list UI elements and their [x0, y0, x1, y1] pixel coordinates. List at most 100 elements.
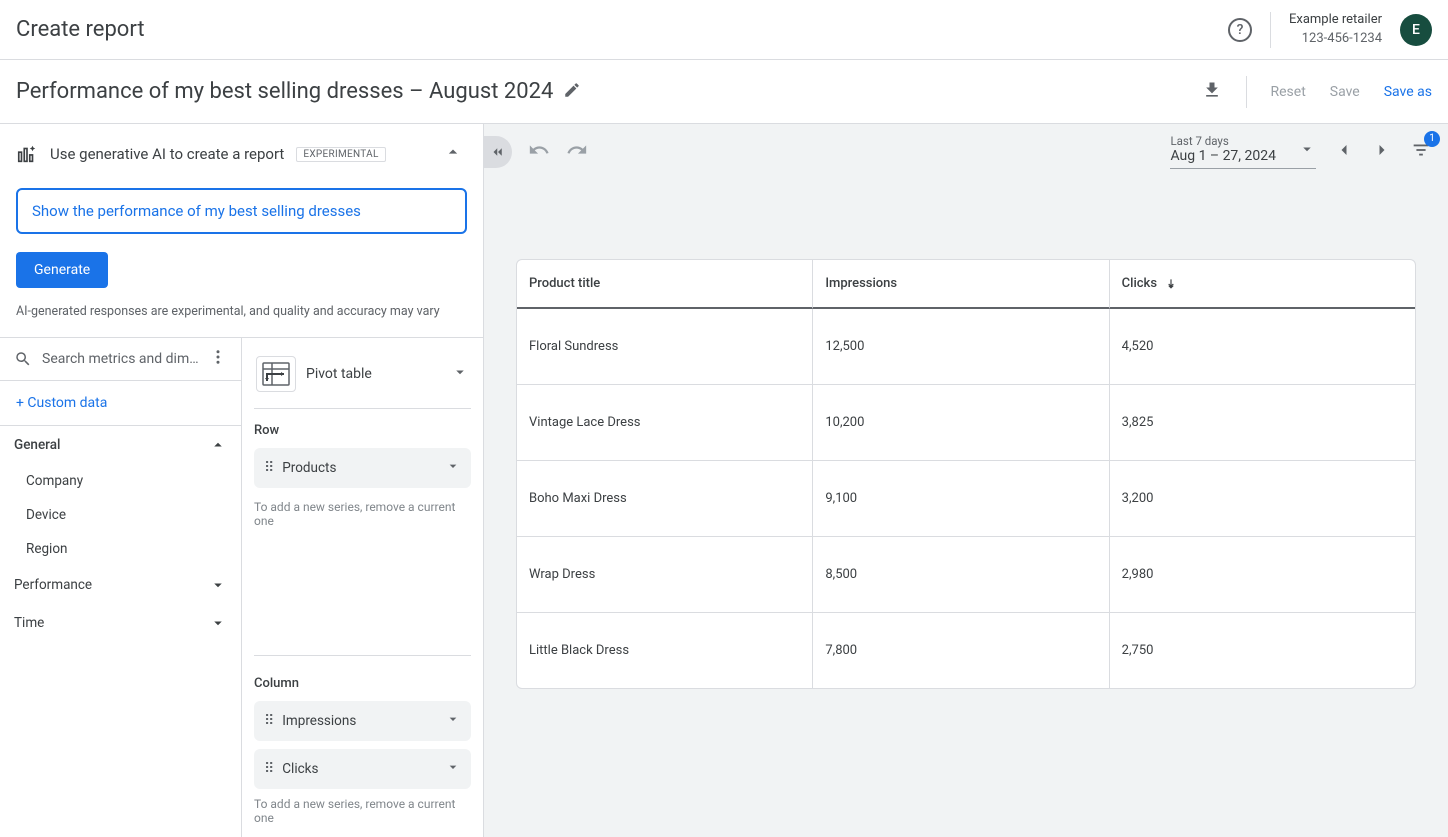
ai-header: Use generative AI to create a report EXP… — [16, 138, 467, 170]
generate-button[interactable]: Generate — [16, 252, 108, 288]
canvas-toolbar: Last 7 days Aug 1 – 27, 2024 1 — [484, 124, 1448, 179]
collapse-icon[interactable] — [439, 138, 467, 170]
account-id: 123-456-1234 — [1289, 30, 1382, 48]
table-header-row: Product title Impressions Clicks — [517, 260, 1415, 309]
toolbar-right: Last 7 days Aug 1 – 27, 2024 1 — [1170, 134, 1432, 169]
data-table: Product title Impressions Clicks Floral … — [516, 259, 1416, 689]
search-row[interactable]: Search metrics and dimen… — [0, 338, 241, 381]
chevron-down-icon — [445, 458, 461, 478]
filter-count-badge: 1 — [1424, 131, 1440, 147]
cell-clicks: 2,750 — [1110, 613, 1415, 688]
cell-product: Little Black Dress — [517, 613, 813, 688]
row-section-label: Row — [254, 423, 471, 438]
cell-clicks: 3,200 — [1110, 461, 1415, 537]
column-header-clicks-label: Clicks — [1122, 276, 1157, 291]
row-chip-products[interactable]: ⠿ Products — [254, 448, 471, 488]
category-performance[interactable]: Performance — [0, 566, 241, 604]
column-section: Column ⠿ Impressions ⠿ Clicks To add a n… — [254, 655, 471, 825]
toolbar-left — [484, 136, 588, 168]
lower-panels: Search metrics and dimen… + Custom data … — [0, 338, 483, 837]
column-header-impressions[interactable]: Impressions — [813, 260, 1109, 309]
cell-product: Vintage Lace Dress — [517, 385, 813, 461]
subitem-device[interactable]: Device — [0, 498, 241, 532]
subitem-company[interactable]: Company — [0, 464, 241, 498]
filter-icon — [1410, 149, 1432, 165]
prev-period-button[interactable] — [1334, 140, 1354, 164]
help-icon[interactable]: ? — [1228, 18, 1252, 42]
chevron-down-icon — [209, 576, 227, 594]
cell-impressions: 9,100 — [813, 461, 1109, 537]
sort-desc-icon — [1164, 277, 1178, 291]
right-panel: Last 7 days Aug 1 – 27, 2024 1 — [484, 124, 1448, 837]
search-placeholder: Search metrics and dimen… — [42, 351, 199, 367]
avatar[interactable]: E — [1400, 14, 1432, 46]
cell-product: Boho Maxi Dress — [517, 461, 813, 537]
search-icon — [14, 350, 32, 368]
table-row[interactable]: Vintage Lace Dress10,2003,825 — [517, 385, 1415, 461]
date-range-label: Last 7 days — [1170, 134, 1276, 148]
pivot-table-icon — [256, 356, 296, 392]
category-time[interactable]: Time — [0, 604, 241, 642]
column-header-clicks[interactable]: Clicks — [1110, 260, 1415, 309]
visualization-selector[interactable]: Pivot table — [254, 350, 471, 409]
cell-product: Wrap Dress — [517, 537, 813, 613]
chevron-up-icon — [209, 436, 227, 454]
column-section-label: Column — [254, 676, 471, 691]
next-period-button[interactable] — [1372, 140, 1392, 164]
chip-label: Products — [282, 460, 437, 476]
table-row[interactable]: Boho Maxi Dress9,1003,200 — [517, 461, 1415, 537]
column-header-product[interactable]: Product title — [517, 260, 813, 309]
top-right: ? Example retailer 123-456-1234 E — [1228, 11, 1432, 47]
collapse-panel-button[interactable] — [484, 136, 512, 168]
left-panel: Use generative AI to create a report EXP… — [0, 124, 484, 837]
chevron-down-icon — [209, 614, 227, 632]
ai-header-left: Use generative AI to create a report EXP… — [16, 143, 386, 165]
main: Use generative AI to create a report EXP… — [0, 124, 1448, 837]
table-row[interactable]: Little Black Dress7,8002,750 — [517, 613, 1415, 688]
account-info[interactable]: Example retailer 123-456-1234 — [1289, 11, 1382, 47]
drag-handle-icon[interactable]: ⠿ — [264, 761, 274, 777]
table-row[interactable]: Floral Sundress12,5004,520 — [517, 309, 1415, 385]
divider — [1270, 12, 1271, 48]
date-range-value: Aug 1 – 27, 2024 — [1170, 148, 1276, 164]
chevron-down-icon — [451, 363, 469, 385]
top-header: Create report ? Example retailer 123-456… — [0, 0, 1448, 60]
edit-title-icon[interactable] — [563, 81, 581, 103]
table-row[interactable]: Wrap Dress8,5002,980 — [517, 537, 1415, 613]
save-button[interactable]: Save — [1330, 84, 1360, 100]
drag-handle-icon[interactable]: ⠿ — [264, 460, 274, 476]
category-general[interactable]: General — [0, 426, 241, 464]
date-range-selector[interactable]: Last 7 days Aug 1 – 27, 2024 — [1170, 134, 1316, 169]
filter-button[interactable]: 1 — [1410, 139, 1432, 165]
download-icon[interactable] — [1202, 80, 1222, 104]
cell-impressions: 7,800 — [813, 613, 1109, 688]
category-label: Performance — [14, 577, 92, 593]
chevron-down-icon — [445, 711, 461, 731]
more-icon[interactable] — [209, 348, 227, 370]
column-chip-clicks[interactable]: ⠿ Clicks — [254, 749, 471, 789]
undo-button[interactable] — [528, 139, 550, 165]
reset-button[interactable]: Reset — [1271, 84, 1306, 100]
category-label: Time — [14, 615, 44, 631]
ai-disclaimer: AI-generated responses are experimental,… — [16, 304, 467, 319]
column-chip-impressions[interactable]: ⠿ Impressions — [254, 701, 471, 741]
redo-button[interactable] — [566, 139, 588, 165]
date-nav-arrows — [1334, 140, 1392, 164]
visualization-name: Pivot table — [306, 366, 441, 382]
subitem-region[interactable]: Region — [0, 532, 241, 566]
cell-clicks: 2,980 — [1110, 537, 1415, 613]
drag-handle-icon[interactable]: ⠿ — [264, 713, 274, 729]
report-title: Performance of my best selling dresses –… — [16, 79, 553, 104]
title-left: Performance of my best selling dresses –… — [16, 79, 581, 104]
save-as-button[interactable]: Save as — [1384, 84, 1432, 100]
divider — [1246, 76, 1247, 108]
ai-heading: Use generative AI to create a report — [50, 145, 284, 163]
cell-impressions: 10,200 — [813, 385, 1109, 461]
config-panel: Pivot table Row ⠿ Products To add a new … — [242, 338, 483, 837]
cell-clicks: 3,825 — [1110, 385, 1415, 461]
ai-prompt-input[interactable] — [16, 188, 467, 234]
cell-clicks: 4,520 — [1110, 309, 1415, 385]
cell-impressions: 12,500 — [813, 309, 1109, 385]
custom-data-button[interactable]: + Custom data — [0, 381, 241, 426]
title-bar: Performance of my best selling dresses –… — [0, 60, 1448, 124]
